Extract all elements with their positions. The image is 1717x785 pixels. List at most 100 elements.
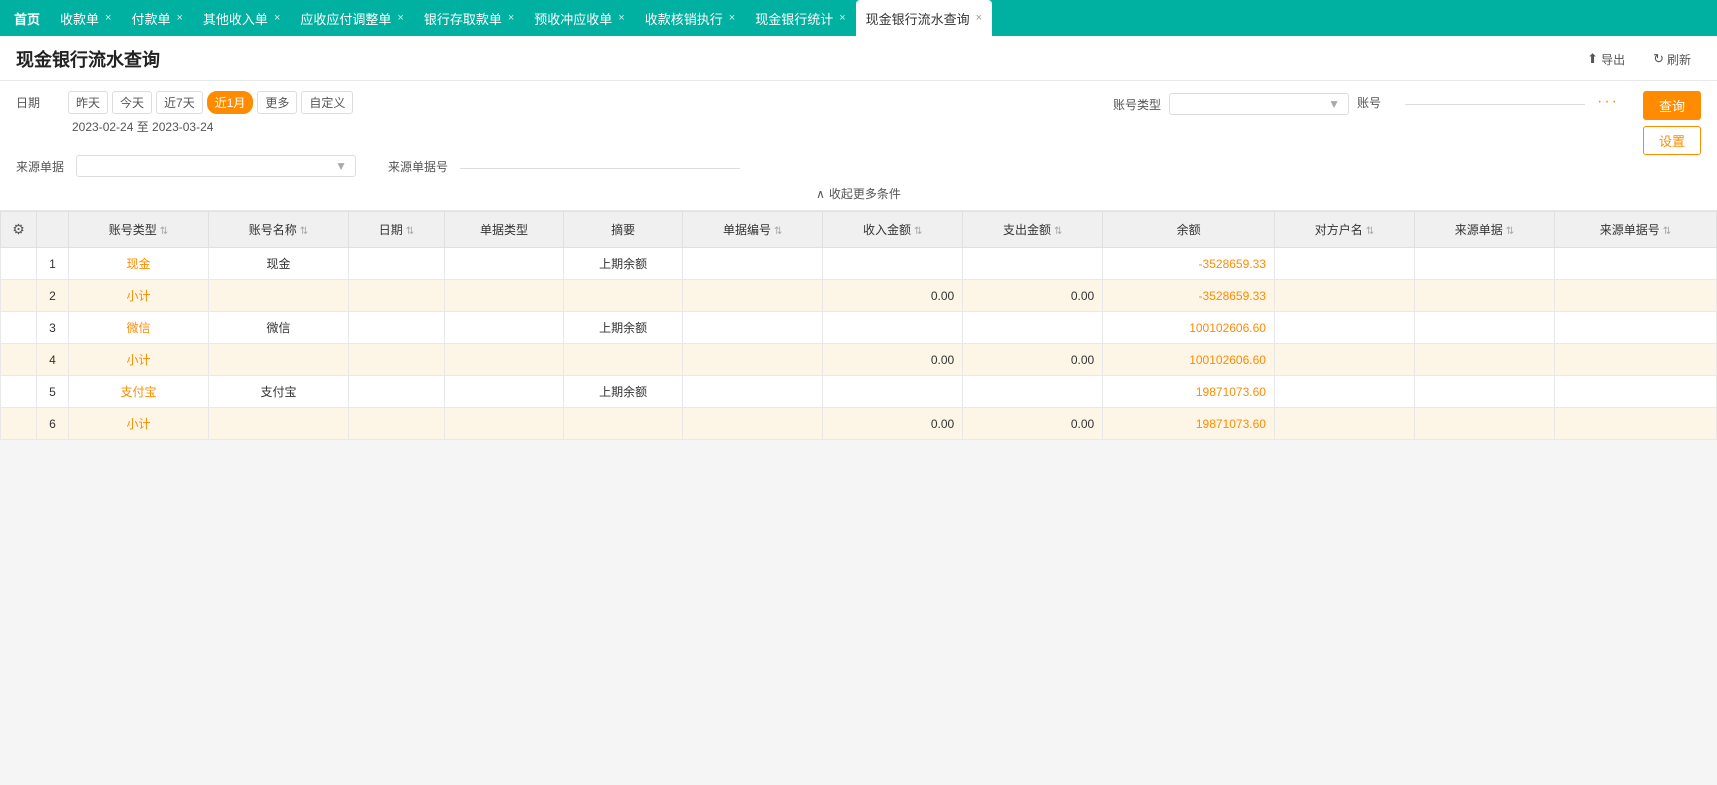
nav-tab-预收冲应收单[interactable]: 预收冲应收单 × <box>524 0 634 36</box>
collapse-up-icon: ∧ <box>816 187 825 201</box>
cell-doc_no-4 <box>683 376 823 408</box>
gear-settings-icon[interactable]: ⚙ <box>12 221 25 238</box>
col-header-date[interactable]: 日期⇅ <box>348 212 444 248</box>
close-tab-icon[interactable]: × <box>105 12 111 24</box>
cell-doc_no-1 <box>683 280 823 312</box>
source-doc-no-input[interactable] <box>460 164 740 169</box>
cell-expense-2 <box>963 312 1103 344</box>
sort-icon: ⇅ <box>160 226 168 237</box>
cell-income-3: 0.00 <box>823 344 963 376</box>
nav-tab-其他收入单[interactable]: 其他收入单× <box>193 0 290 36</box>
cell-source_doc-4 <box>1414 376 1554 408</box>
account-type-select[interactable]: ▼ <box>1169 93 1349 115</box>
col-header-source_doc[interactable]: 来源单据⇅ <box>1414 212 1554 248</box>
date-btn-昨天[interactable]: 昨天 <box>68 91 108 114</box>
cell-account_name-3 <box>208 344 348 376</box>
account-type-label: 账号类型 <box>1113 96 1161 113</box>
cell-income-0 <box>823 248 963 280</box>
cell-account_type-1: 小计 <box>69 280 209 312</box>
sort-icon: ⇅ <box>1054 226 1062 237</box>
row-idx-5: 6 <box>37 408 69 440</box>
row-idx-4: 5 <box>37 376 69 408</box>
cell-account_type-5: 小计 <box>69 408 209 440</box>
settings-button[interactable]: 设置 <box>1643 126 1701 155</box>
date-btn-更多[interactable]: 更多 <box>257 91 297 114</box>
close-tab-icon[interactable]: × <box>508 12 514 24</box>
page-title: 现金银行流水查询 <box>16 46 160 72</box>
cell-account_type-4: 支付宝 <box>69 376 209 408</box>
date-btn-近1月[interactable]: 近1月 <box>207 91 254 114</box>
cell-doc_no-2 <box>683 312 823 344</box>
col-header-counterpart[interactable]: 对方户名⇅ <box>1274 212 1414 248</box>
close-tab-icon[interactable]: × <box>176 12 182 24</box>
cell-counterpart-0 <box>1274 248 1414 280</box>
cell-income-1: 0.00 <box>823 280 963 312</box>
cell-doc_type-2 <box>444 312 563 344</box>
date-btn-自定义[interactable]: 自定义 <box>301 91 353 114</box>
col-header-doc_no[interactable]: 单据编号⇅ <box>683 212 823 248</box>
nav-home[interactable]: 首页 <box>4 0 50 36</box>
cell-expense-4 <box>963 376 1103 408</box>
nav-tab-label: 预收冲应收单 <box>534 9 612 28</box>
nav-tab-收款核销执行[interactable]: 收款核销执行× <box>635 0 745 36</box>
nav-tab-银行存取款单[interactable]: 银行存取款单× <box>414 0 524 36</box>
cell-account_name-4: 支付宝 <box>208 376 348 408</box>
col-header-income[interactable]: 收入金额⇅ <box>823 212 963 248</box>
col-header-idx <box>37 212 69 248</box>
table-row: 4小计0.000.00100102606.60 <box>1 344 1717 376</box>
chevron-down-icon: ▼ <box>1328 97 1340 111</box>
row-idx-0: 1 <box>37 248 69 280</box>
nav-tab-付款单[interactable]: 付款单 × <box>121 0 192 36</box>
filter-area: 日期 昨天今天近7天近1月更多自定义 2023-02-24 至 2023-03-… <box>0 81 1717 211</box>
date-btn-近7天[interactable]: 近7天 <box>156 91 203 114</box>
date-btn-今天[interactable]: 今天 <box>112 91 152 114</box>
nav-tab-现金银行流水查询[interactable]: 现金银行流水查询× <box>856 0 992 36</box>
export-button[interactable]: ⬆ 导出 <box>1577 47 1635 72</box>
close-tab-icon[interactable]: × <box>397 12 403 24</box>
col-header-summary: 摘要 <box>564 212 683 248</box>
nav-tab-应收应付调整单[interactable]: 应收应付调整单 × <box>290 0 413 36</box>
table-header-row: ⚙账号类型⇅账号名称⇅日期⇅单据类型摘要单据编号⇅收入金额⇅支出金额⇅余额对方户… <box>1 212 1717 248</box>
more-options-button[interactable]: ··· <box>1593 93 1623 111</box>
nav-tab-label: 付款单 <box>131 9 170 28</box>
cell-doc_type-4 <box>444 376 563 408</box>
sort-icon: ⇅ <box>1506 226 1514 237</box>
close-tab-icon[interactable]: × <box>976 12 982 24</box>
row-gear-5 <box>1 408 37 440</box>
row-gear-2 <box>1 312 37 344</box>
cell-account_name-2: 微信 <box>208 312 348 344</box>
close-tab-icon[interactable]: × <box>729 12 735 24</box>
query-button[interactable]: 查询 <box>1643 91 1701 120</box>
cell-date-2 <box>348 312 444 344</box>
close-tab-icon[interactable]: × <box>274 12 280 24</box>
date-buttons-group: 昨天今天近7天近1月更多自定义 <box>68 91 353 114</box>
cell-balance-4: 19871073.60 <box>1103 376 1275 408</box>
col-header-source_doc_no[interactable]: 来源单据号⇅ <box>1554 212 1716 248</box>
nav-tab-现金银行统计[interactable]: 现金银行统计× <box>745 0 855 36</box>
date-filter-label: 日期 <box>16 94 56 111</box>
nav-tab-label: 应收应付调整单 <box>300 9 391 28</box>
row-gear-4 <box>1 376 37 408</box>
close-tab-icon[interactable]: × <box>839 12 845 24</box>
close-tab-icon[interactable]: × <box>618 12 624 24</box>
cell-summary-0: 上期余额 <box>564 248 683 280</box>
collapse-filter-bar[interactable]: ∧ 收起更多条件 <box>16 181 1701 204</box>
right-action-buttons: 查询 设置 <box>1643 91 1701 155</box>
source-doc-label: 来源单据 <box>16 158 64 175</box>
table-row: 5支付宝支付宝上期余额19871073.60 <box>1 376 1717 408</box>
cell-account_name-0: 现金 <box>208 248 348 280</box>
col-header-account_type[interactable]: 账号类型⇅ <box>69 212 209 248</box>
account-input[interactable] <box>1405 100 1585 105</box>
refresh-button[interactable]: ↻ 刷新 <box>1643 47 1701 72</box>
cell-summary-5 <box>564 408 683 440</box>
nav-tab-收款单[interactable]: 收款单× <box>50 0 121 36</box>
col-header-expense[interactable]: 支出金额⇅ <box>963 212 1103 248</box>
source-doc-select[interactable]: ▼ <box>76 155 356 177</box>
top-nav: 首页 收款单×付款单×其他收入单×应收应付调整单×银行存取款单×预收冲应收单×收… <box>0 0 1717 36</box>
table-row: 6小计0.000.0019871073.60 <box>1 408 1717 440</box>
sort-icon: ⇅ <box>406 226 414 237</box>
col-header-account_name[interactable]: 账号名称⇅ <box>208 212 348 248</box>
cell-account_type-3: 小计 <box>69 344 209 376</box>
cell-expense-5: 0.00 <box>963 408 1103 440</box>
cell-date-3 <box>348 344 444 376</box>
